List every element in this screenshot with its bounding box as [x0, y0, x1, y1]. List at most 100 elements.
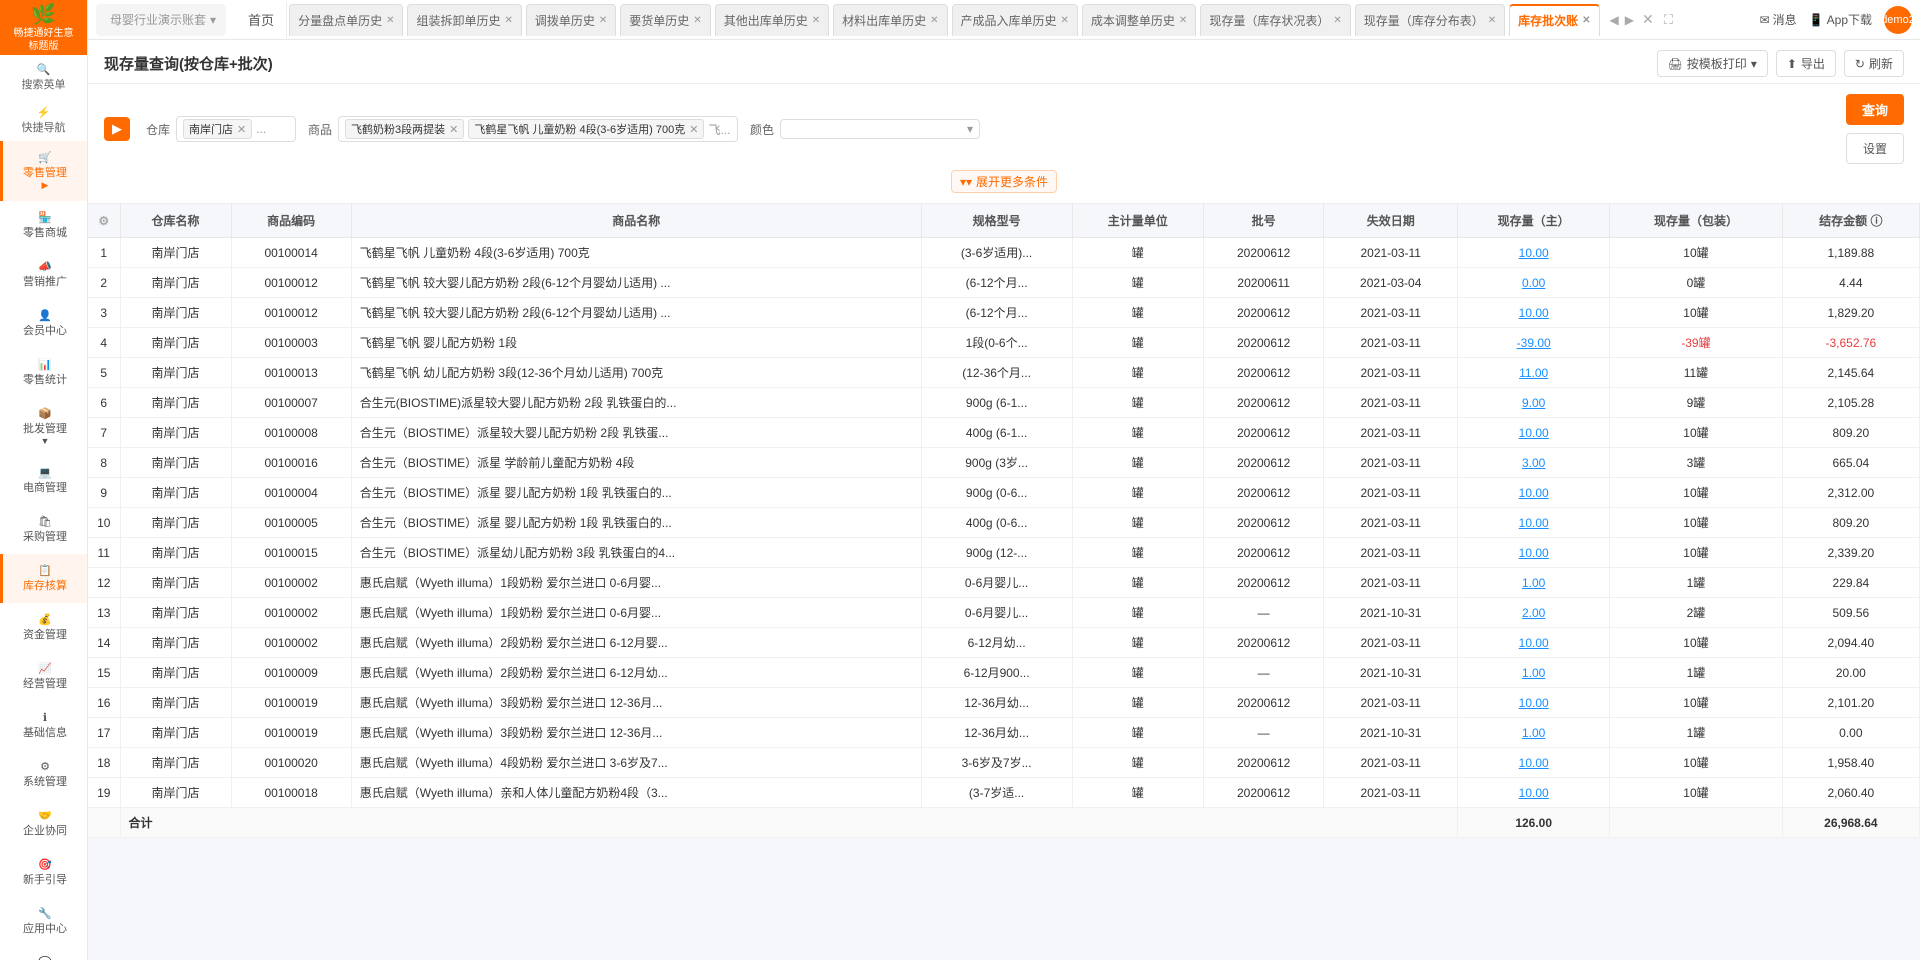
row-warehouse: 南岸门店 — [120, 538, 231, 568]
row-qty-main[interactable]: 10.00 — [1458, 688, 1610, 718]
warehouse-tag-container[interactable]: 南岸门店 ✕ ... — [176, 116, 296, 142]
tab-close-inventory-status[interactable]: ✕ — [1333, 15, 1341, 26]
sidebar-item-newguide[interactable]: 🎯 新手引导 — [0, 848, 87, 897]
tab-fenpan[interactable]: 分量盘点单历史 ✕ — [289, 4, 403, 36]
sidebar-item-wechat-work[interactable]: 💬 企业微信 — [0, 946, 87, 960]
user-avatar[interactable]: demo2 — [1884, 6, 1912, 34]
tab-zuzhangchaijian[interactable]: 组装拆卸单历史 ✕ — [407, 4, 521, 36]
product-tag-1-remove[interactable]: ✕ — [689, 123, 698, 136]
gear-icon[interactable]: ⚙ — [96, 214, 112, 228]
sidebar-item-member[interactable]: 👤 会员中心 — [0, 299, 87, 348]
warehouse-ellipsis[interactable]: ... — [256, 122, 266, 136]
message-btn[interactable]: ✉ 消息 — [1760, 11, 1797, 28]
tab-cost-adjust[interactable]: 成本调整单历史 ✕ — [1082, 4, 1196, 36]
tab-batch-account[interactable]: 库存批次账 ✕ — [1509, 4, 1599, 36]
row-batch: 20200612 — [1204, 748, 1324, 778]
sidebar-item-ecommerce[interactable]: 💻 电商管理 — [0, 456, 87, 505]
row-qty-main[interactable]: 2.00 — [1458, 598, 1610, 628]
row-qty-main[interactable]: 10.00 — [1458, 628, 1610, 658]
tab-yaohuo[interactable]: 要货单历史 ✕ — [620, 4, 710, 36]
tab-inventory-status[interactable]: 现存量（库存状况表） ✕ — [1200, 4, 1350, 36]
app-download-btn[interactable]: 📱 App下载 — [1809, 11, 1872, 28]
tab-production-in[interactable]: 产成品入库单历史 ✕ — [952, 4, 1078, 36]
product-tag-container[interactable]: 飞鹤奶粉3段两提装 ✕ 飞鹤星飞帆 儿童奶粉 4段(3-6岁适用) 700克 ✕… — [338, 116, 738, 142]
tab-close-batch-account[interactable]: ✕ — [1582, 15, 1590, 26]
tab-close-fenpan[interactable]: ✕ — [386, 15, 394, 26]
row-qty-main[interactable]: 10.00 — [1458, 778, 1610, 808]
tab-home[interactable]: 首页 — [236, 2, 287, 38]
tab-close-production-in[interactable]: ✕ — [1061, 15, 1069, 26]
row-code: 00100016 — [231, 448, 351, 478]
sidebar-item-wholesale[interactable]: 📦 批发管理 ▼ — [0, 397, 87, 456]
sidebar-item-search[interactable]: 🔍 搜索英单 — [0, 55, 87, 100]
tab-close-cost-adjust[interactable]: ✕ — [1179, 15, 1187, 26]
row-amount: 20.00 — [1782, 658, 1919, 688]
product-tag-0-remove[interactable]: ✕ — [449, 123, 458, 136]
row-unit: 罐 — [1072, 478, 1204, 508]
product-ellipsis[interactable]: 飞... — [708, 121, 730, 138]
table-header-row: ⚙ 仓库名称 商品编码 商品名称 规格型号 主计量单位 批号 失效日期 现存量（… — [88, 204, 1920, 238]
tab-next-arrow[interactable]: ▶ — [1623, 13, 1636, 27]
sidebar-item-marketing[interactable]: 📣 营销推广 — [0, 250, 87, 299]
tab-close-inventory-dist[interactable]: ✕ — [1488, 15, 1496, 26]
expand-conditions-btn[interactable]: ▾▾ 展开更多条件 — [951, 170, 1057, 193]
row-qty-main[interactable]: 0.00 — [1458, 268, 1610, 298]
tab-materialout[interactable]: 材料出库单历史 ✕ — [833, 4, 947, 36]
sidebar-item-purchase[interactable]: 🛍 采购管理 — [0, 505, 87, 554]
industry-selector[interactable]: 母婴行业演示账套 ▾ — [96, 4, 226, 36]
row-expire: 2021-10-31 — [1324, 718, 1458, 748]
row-qty-main[interactable]: 10.00 — [1458, 478, 1610, 508]
row-qty-main[interactable]: 10.00 — [1458, 238, 1610, 268]
tab-close-all[interactable]: ✕ — [1638, 11, 1658, 28]
tab-prev-arrow[interactable]: ◀ — [1608, 13, 1621, 27]
warehouse-tag-remove[interactable]: ✕ — [237, 123, 246, 136]
row-qty-main[interactable]: 10.00 — [1458, 748, 1610, 778]
row-qty-pkg: 0罐 — [1610, 268, 1783, 298]
row-qty-main[interactable]: 10.00 — [1458, 298, 1610, 328]
row-qty-main[interactable]: 9.00 — [1458, 388, 1610, 418]
tab-close-otheroutstock[interactable]: ✕ — [812, 15, 820, 26]
row-qty-main[interactable]: 11.00 — [1458, 358, 1610, 388]
export-button[interactable]: ⬆ 导出 — [1776, 50, 1836, 77]
sidebar-item-retail-stats[interactable]: 📊 零售统计 — [0, 348, 87, 397]
sidebar-item-system[interactable]: ⚙ 系统管理 — [0, 750, 87, 799]
color-dropdown-arrow[interactable]: ▾ — [967, 122, 973, 136]
tab-diaobo[interactable]: 调拨单历史 ✕ — [526, 4, 616, 36]
row-qty-main[interactable]: 3.00 — [1458, 448, 1610, 478]
refresh-button[interactable]: ↻ 刷新 — [1844, 50, 1904, 77]
tab-otheroutstock[interactable]: 其他出库单历史 ✕ — [715, 4, 829, 36]
row-qty-main[interactable]: 1.00 — [1458, 658, 1610, 688]
tab-close-materialout[interactable]: ✕ — [930, 15, 938, 26]
sidebar-item-retail-manage[interactable]: 🛒 零售管理 ▶ — [0, 141, 87, 201]
sidebar-item-finance[interactable]: 💰 资金管理 — [0, 603, 87, 652]
row-qty-pkg: 1罐 — [1610, 658, 1783, 688]
row-qty-main[interactable]: -39.00 — [1458, 328, 1610, 358]
row-qty-main[interactable]: 10.00 — [1458, 538, 1610, 568]
query-button[interactable]: 查询 — [1846, 94, 1904, 125]
color-tag-container[interactable]: ▾ — [780, 119, 980, 139]
sidebar-item-inventory[interactable]: 📋 库存核算 — [0, 554, 87, 603]
row-qty-main[interactable]: 10.00 — [1458, 418, 1610, 448]
sidebar-item-collab[interactable]: 🤝 企业协同 — [0, 799, 87, 848]
tab-maximize[interactable]: ⛶ — [1660, 12, 1677, 28]
tab-close-yaohuo[interactable]: ✕ — [693, 15, 701, 26]
setting-button[interactable]: 设置 — [1846, 133, 1904, 164]
row-expire: 2021-03-11 — [1324, 418, 1458, 448]
wholesale-icon: 📦 — [38, 407, 52, 420]
tab-close-zuzhangchaijian[interactable]: ✕ — [504, 15, 512, 26]
sidebar-item-basic-info[interactable]: ℹ 基础信息 — [0, 701, 87, 750]
expand-more-row: ▾▾ 展开更多条件 — [104, 170, 1904, 193]
sidebar-item-appcenter[interactable]: 🔧 应用中心 — [0, 897, 87, 946]
print-button[interactable]: 🖨 按模板打印 ▾ — [1657, 50, 1768, 77]
sidebar-item-operations[interactable]: 📈 经营管理 — [0, 652, 87, 701]
row-qty-main[interactable]: 10.00 — [1458, 508, 1610, 538]
tab-inventory-dist[interactable]: 现存量（库存分布表） ✕ — [1355, 4, 1505, 36]
row-qty-main[interactable]: 1.00 — [1458, 718, 1610, 748]
filter-expand-left-btn[interactable]: ▶ — [104, 117, 130, 141]
tab-close-diaobo[interactable]: ✕ — [599, 15, 607, 26]
row-amount: 509.56 — [1782, 598, 1919, 628]
sidebar-item-retail-mall[interactable]: 🏪 零售商城 — [0, 201, 87, 250]
row-qty-pkg: 10罐 — [1610, 688, 1783, 718]
sidebar-item-quicknav[interactable]: ⚡ 快捷导航 — [0, 100, 87, 141]
row-qty-main[interactable]: 1.00 — [1458, 568, 1610, 598]
